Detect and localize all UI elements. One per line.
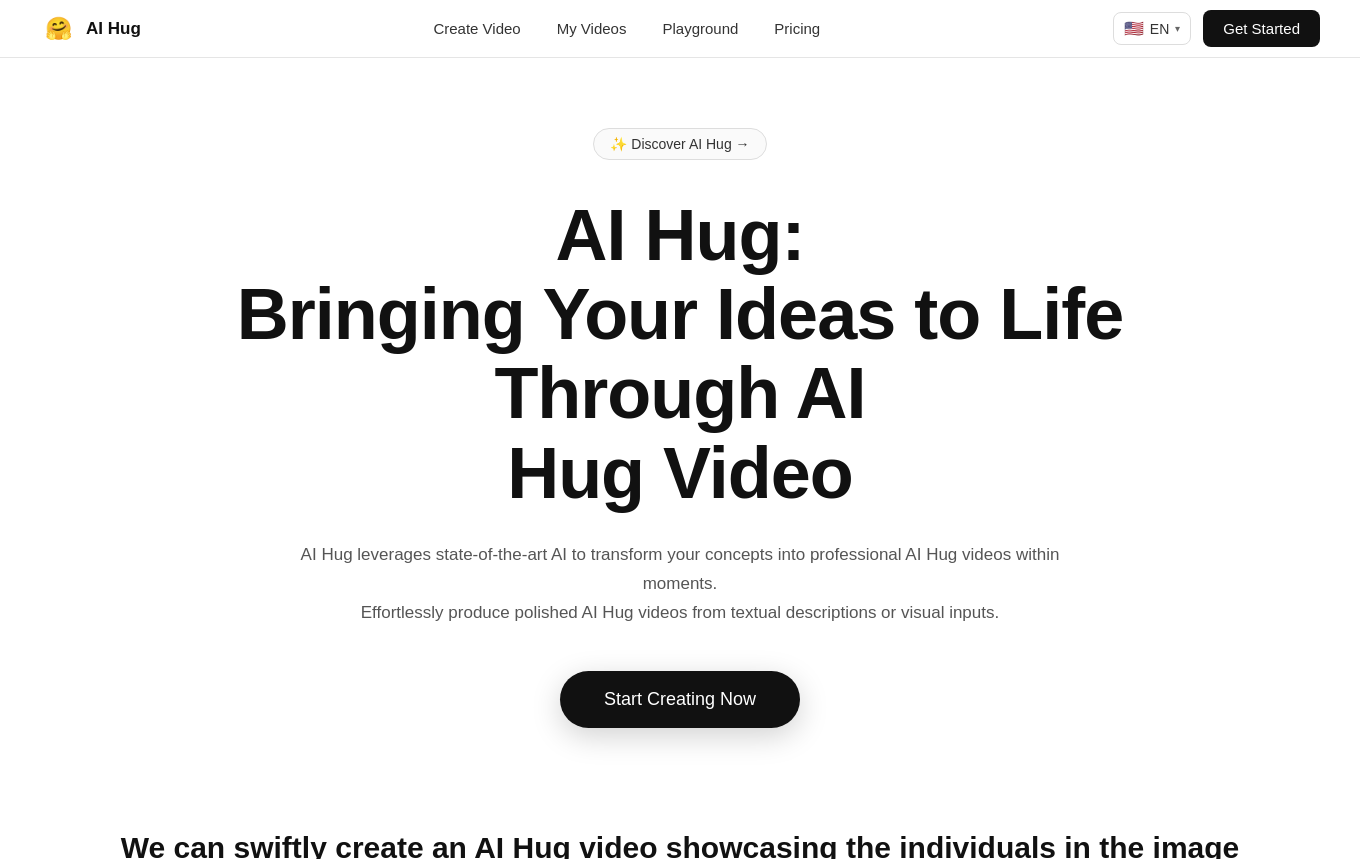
brand-area: 🤗 AI Hug bbox=[40, 11, 141, 47]
start-creating-button[interactable]: Start Creating Now bbox=[560, 671, 800, 728]
hero-title-line1: AI Hug: bbox=[556, 195, 805, 275]
section-tagline-area: We can swiftly create an AI Hug video sh… bbox=[0, 778, 1360, 859]
nav-playground[interactable]: Playground bbox=[662, 20, 738, 37]
hero-subtitle: AI Hug leverages state-of-the-art AI to … bbox=[300, 541, 1060, 628]
get-started-button[interactable]: Get Started bbox=[1203, 10, 1320, 47]
hero-section: ✨ Discover AI Hug → AI Hug: Bringing You… bbox=[0, 58, 1360, 778]
hero-subtitle-line2: Effortlessly produce polished AI Hug vid… bbox=[361, 603, 999, 622]
nav-links: Create Video My Videos Playground Pricin… bbox=[433, 20, 820, 37]
navbar-right: 🇺🇸 EN ▾ Get Started bbox=[1113, 10, 1320, 47]
brand-logo: 🤗 bbox=[40, 11, 76, 47]
hero-subtitle-line1: AI Hug leverages state-of-the-art AI to … bbox=[301, 545, 1060, 593]
hero-title-line3: Hug Video bbox=[507, 433, 853, 513]
flag-icon: 🇺🇸 bbox=[1124, 19, 1144, 38]
navbar: 🤗 AI Hug Create Video My Videos Playgrou… bbox=[0, 0, 1360, 58]
nav-my-videos[interactable]: My Videos bbox=[557, 20, 627, 37]
nav-create-video[interactable]: Create Video bbox=[433, 20, 520, 37]
hero-title: AI Hug: Bringing Your Ideas to Life Thro… bbox=[130, 196, 1230, 513]
lang-label: EN bbox=[1150, 21, 1169, 37]
hero-title-line2: Bringing Your Ideas to Life Through AI bbox=[237, 274, 1123, 433]
discover-badge[interactable]: ✨ Discover AI Hug → bbox=[593, 128, 766, 160]
section-tagline-heading: We can swiftly create an AI Hug video sh… bbox=[40, 828, 1320, 859]
chevron-down-icon: ▾ bbox=[1175, 23, 1180, 34]
nav-pricing[interactable]: Pricing bbox=[774, 20, 820, 37]
language-selector[interactable]: 🇺🇸 EN ▾ bbox=[1113, 12, 1191, 45]
brand-name: AI Hug bbox=[86, 19, 141, 39]
